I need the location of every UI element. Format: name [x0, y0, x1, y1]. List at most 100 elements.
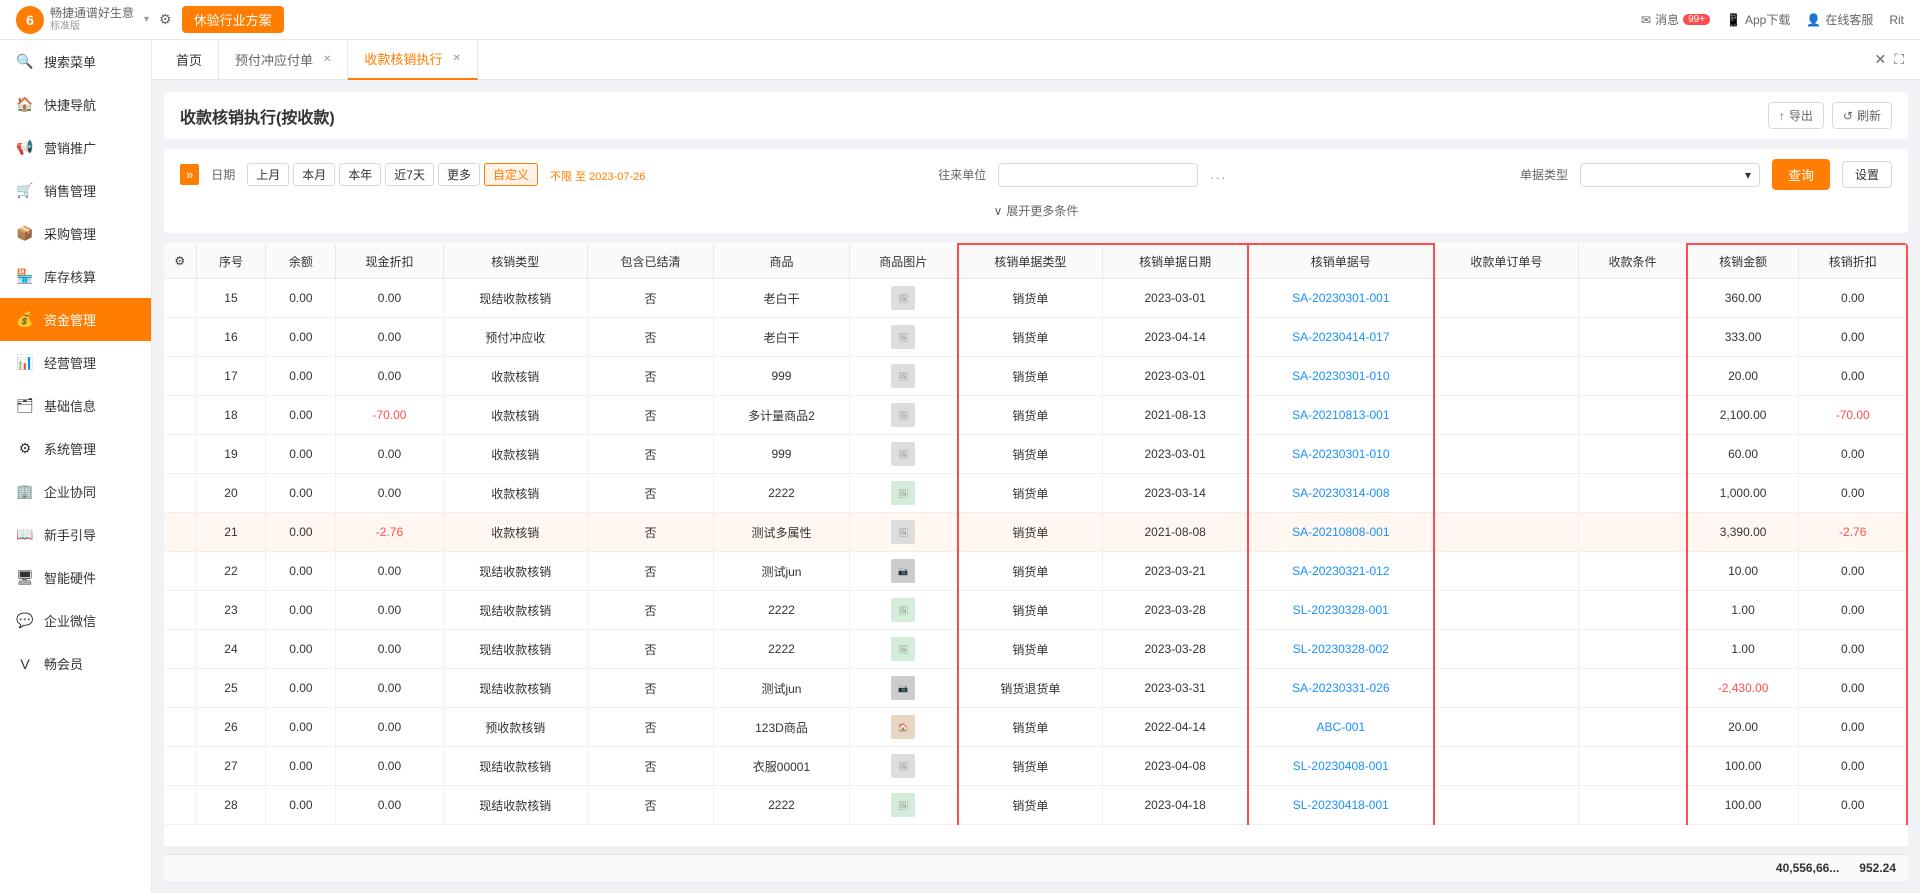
td-cash-discount: 0.00 [336, 474, 443, 513]
filter-unit-input[interactable] [998, 163, 1198, 187]
table-row: 17 0.00 0.00 收款核销 否 999 🖼 销货单 2023-03-01… [164, 357, 1907, 396]
message-btn[interactable]: ✉ 消息 99+ [1641, 11, 1710, 28]
app-download-btn[interactable]: 📱 App下载 [1726, 11, 1790, 28]
td-goods: 测试多属性 [713, 513, 849, 552]
filter-this-month[interactable]: 本月 [293, 163, 335, 186]
tab-prepay[interactable]: 预付冲应付单 ✕ [219, 40, 348, 80]
td-receipt-order [1434, 357, 1579, 396]
query-btn[interactable]: 查询 [1772, 159, 1830, 190]
table-row: 22 0.00 0.00 现结收款核销 否 测试jun 📷 销货单 2023-0… [164, 552, 1907, 591]
footer-total-amount: 40,556,66... [1776, 861, 1839, 875]
td-bill-no: ABC-001 [1248, 708, 1434, 747]
td-bill-type: 销货单 [958, 747, 1103, 786]
bill-no-link[interactable]: SA-20230331-026 [1292, 681, 1389, 695]
page-header-actions: ↑ 导出 ↺ 刷新 [1768, 102, 1892, 129]
footer-total-discount: 952.24 [1859, 861, 1896, 875]
td-goods: 衣服00001 [713, 747, 849, 786]
table-row: 18 0.00 -70.00 收款核销 否 多计量商品2 🖼 销货单 2021-… [164, 396, 1907, 435]
filter-7days[interactable]: 近7天 [385, 163, 434, 186]
sidebar-item-fund[interactable]: 💰 资金管理 [0, 298, 151, 341]
td-write-off-discount: 0.00 [1799, 279, 1907, 318]
sidebar-item-hardware[interactable]: 🖥 智能硬件 [0, 556, 151, 599]
td-gear [164, 474, 196, 513]
expand-more-btn[interactable]: ∨ 展开更多条件 [994, 202, 1079, 219]
td-write-off-discount: 0.00 [1799, 435, 1907, 474]
sidebar-item-inventory[interactable]: 🏪 库存核算 [0, 255, 151, 298]
tab-expand-btn[interactable]: ⛶ [1894, 51, 1904, 68]
bill-no-link[interactable]: SL-20230328-002 [1293, 642, 1389, 656]
tab-receipt[interactable]: 收款核销执行 ✕ [348, 40, 477, 80]
bill-no-link[interactable]: SA-20230321-012 [1292, 564, 1389, 578]
td-receipt-cond [1579, 279, 1687, 318]
td-goods: 2222 [713, 786, 849, 825]
export-btn[interactable]: ↑ 导出 [1768, 102, 1824, 129]
sidebar-item-nav[interactable]: 🏠 快捷导航 [0, 83, 151, 126]
td-write-off-amount: -2,430.00 [1687, 669, 1799, 708]
sidebar-item-base[interactable]: 🗂 基础信息 [0, 384, 151, 427]
logo-dropdown-arrow[interactable]: ▾ [144, 14, 149, 25]
bill-no-link[interactable]: SL-20230328-001 [1293, 603, 1389, 617]
filter-more[interactable]: 更多 [438, 163, 480, 186]
filter-collapse-btn[interactable]: » [180, 164, 199, 185]
content-area: 首页 预付冲应付单 ✕ 收款核销执行 ✕ ✕ ⛶ 收款核销执行(按收款) [152, 40, 1920, 893]
system-icon: ⚙ [16, 440, 34, 457]
sidebar-label-member: 畅会员 [44, 654, 83, 673]
td-bill-no: SA-20230301-001 [1248, 279, 1434, 318]
td-goods-img: 🏠 [850, 708, 958, 747]
td-num: 27 [196, 747, 266, 786]
top-bar: 6 畅捷通谱好生意 标准版 ▾ ⚙ 休验行业方案 ✉ 消息 99+ 📱 App下… [0, 0, 1920, 40]
sidebar-item-sales[interactable]: 🛒 销售管理 [0, 169, 151, 212]
setting-btn[interactable]: 设置 [1842, 161, 1892, 188]
table-row: 24 0.00 0.00 现结收款核销 否 2222 🖼 销货单 2023-03… [164, 630, 1907, 669]
td-bill-date: 2023-03-01 [1103, 435, 1248, 474]
scrollbar[interactable] [164, 846, 1908, 854]
td-write-off-discount: 0.00 [1799, 552, 1907, 591]
tab-prepay-close[interactable]: ✕ [323, 54, 331, 65]
sidebar-item-corp[interactable]: 🏢 企业协同 [0, 470, 151, 513]
bill-no-link[interactable]: SA-20210813-001 [1292, 408, 1389, 422]
bill-no-link[interactable]: SL-20230408-001 [1293, 759, 1389, 773]
online-service-btn[interactable]: 👤 在线客服 [1806, 11, 1873, 28]
td-write-off-discount: 0.00 [1799, 708, 1907, 747]
filter-bar: » 日期 上月 本月 本年 近7天 更多 自定义 不限 至 2023-07-26 [164, 149, 1908, 233]
tab-home[interactable]: 首页 [160, 40, 219, 80]
purchase-icon: 📦 [16, 225, 34, 242]
industry-btn[interactable]: 休验行业方案 [182, 6, 284, 33]
bill-no-link[interactable]: SA-20230314-008 [1292, 486, 1389, 500]
search-icon: 🔍 [16, 53, 34, 70]
filter-receipt-type-select[interactable]: ▾ [1580, 163, 1760, 187]
bill-no-link[interactable]: SA-20230414-017 [1292, 330, 1389, 344]
bill-no-link[interactable]: SA-20210808-001 [1292, 525, 1389, 539]
sidebar-item-purchase[interactable]: 📦 采购管理 [0, 212, 151, 255]
tab-close-btn[interactable]: ✕ [1874, 51, 1886, 68]
filter-this-year[interactable]: 本年 [339, 163, 381, 186]
td-bill-no: SA-20230301-010 [1248, 357, 1434, 396]
sidebar-item-system[interactable]: ⚙ 系统管理 [0, 427, 151, 470]
table-scroll[interactable]: ⚙ 序号 余额 现金折扣 核销类型 包含已结清 商品 商品图片 核销单据类型 核… [164, 243, 1908, 846]
filter-last-month[interactable]: 上月 [247, 163, 289, 186]
sidebar-item-marketing[interactable]: 📢 营销推广 [0, 126, 151, 169]
td-write-off-amount: 1.00 [1687, 591, 1799, 630]
refresh-btn[interactable]: ↺ 刷新 [1832, 102, 1892, 129]
bill-no-link[interactable]: SL-20230418-001 [1293, 798, 1389, 812]
sidebar-item-wechat[interactable]: 💬 企业微信 [0, 599, 151, 642]
sidebar-item-member[interactable]: V 畅会员 [0, 642, 151, 685]
sidebar-item-business[interactable]: 📊 经营管理 [0, 341, 151, 384]
tab-receipt-close[interactable]: ✕ [452, 53, 460, 64]
th-gear[interactable]: ⚙ [164, 244, 196, 279]
bill-no-link[interactable]: SA-20230301-010 [1292, 369, 1389, 383]
td-balance: 0.00 [266, 669, 336, 708]
td-bill-no: SL-20230418-001 [1248, 786, 1434, 825]
bill-no-link[interactable]: SA-20230301-001 [1292, 291, 1389, 305]
base-icon: 🗂 [16, 397, 34, 414]
sidebar-item-search[interactable]: 🔍 搜索菜单 [0, 40, 151, 83]
td-gear [164, 318, 196, 357]
sidebar-item-guide[interactable]: 📖 新手引导 [0, 513, 151, 556]
td-balance: 0.00 [266, 357, 336, 396]
filter-custom[interactable]: 自定义 [484, 163, 538, 186]
bill-no-link[interactable]: SA-20230301-010 [1292, 447, 1389, 461]
page-content: 收款核销执行(按收款) ↑ 导出 ↺ 刷新 » 日期 [152, 80, 1920, 893]
bill-no-link[interactable]: ABC-001 [1316, 720, 1365, 734]
td-receipt-order [1434, 513, 1579, 552]
settings-icon[interactable]: ⚙ [159, 11, 172, 28]
